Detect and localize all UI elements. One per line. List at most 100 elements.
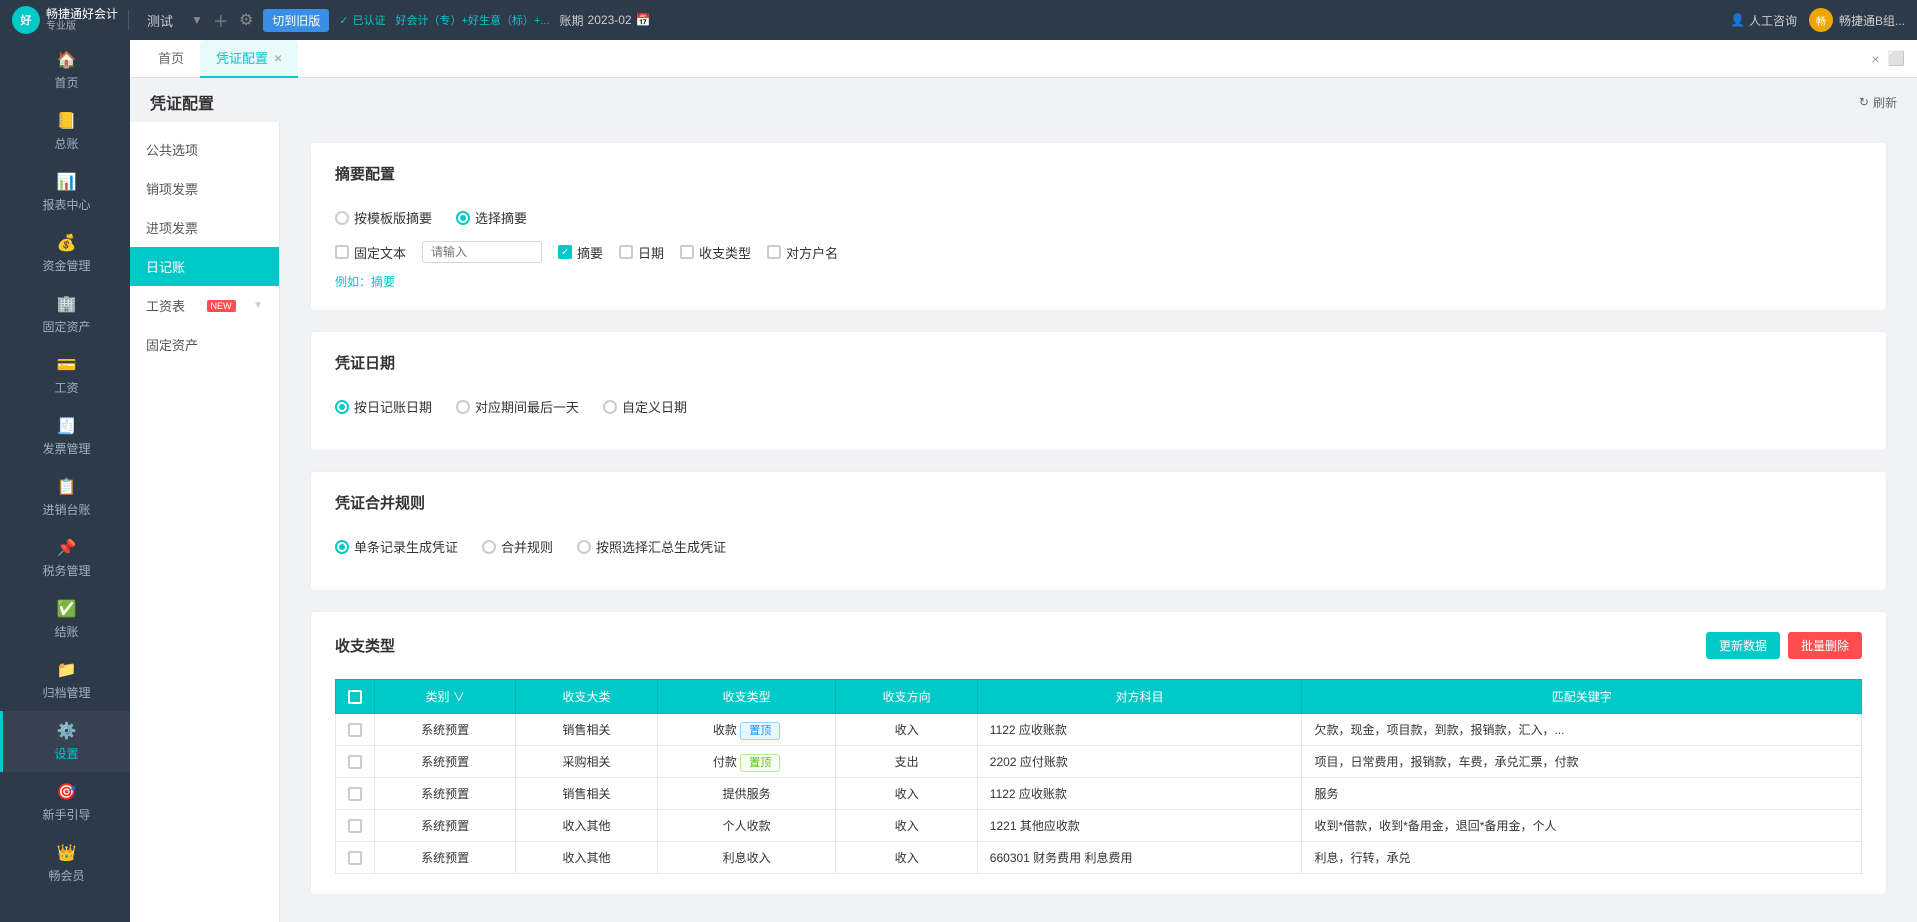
header-checkbox-box: [348, 690, 362, 704]
maximize-window-button[interactable]: ⬜: [1888, 50, 1905, 67]
left-nav: 公共选项 销项发票 进项发票 日记账 工资表 NEW ▼: [130, 122, 280, 922]
two-col-layout: 公共选项 销项发票 进项发票 日记账 工资表 NEW ▼: [130, 122, 1917, 922]
col-direction: 收支方向: [836, 680, 977, 714]
tax-icon: 📌: [57, 538, 77, 558]
cell-keywords: 收到*借款，收到*备用金，退回*备用金，个人: [1302, 810, 1862, 842]
summary-radio-select[interactable]: 选择摘要: [456, 208, 527, 227]
merge-radio-select-total[interactable]: 按照选择汇总生成凭证: [577, 537, 726, 556]
left-nav-purchase[interactable]: 进项发票: [130, 208, 279, 247]
main-layout: 🏠 首页 📒 总账 📊 报表中心 💰 资金管理 🏢 固定资产 💳 工资 🧾 发票…: [0, 40, 1917, 922]
sidebar-item-settings[interactable]: ⚙️ 设置: [0, 711, 130, 772]
checkbox-box-type: [680, 245, 694, 259]
left-nav-public[interactable]: 公共选项: [130, 130, 279, 169]
page-content: 凭证配置 ↻ 刷新 公共选项 销项发票 进项发票: [130, 78, 1917, 922]
logo-text: 畅捷通好会计 专业版: [46, 7, 118, 33]
date-section: 凭证日期 按日记账日期 对应期间最后一天: [310, 331, 1887, 451]
sidebar-item-archive[interactable]: 📁 归档管理: [0, 650, 130, 711]
summary-section: 摘要配置 按模板版摘要 选择摘要: [310, 142, 1887, 311]
funds-icon: 💰: [57, 233, 77, 253]
row-checkbox-box-2: [348, 787, 362, 801]
row-checkbox-box-0: [348, 723, 362, 737]
left-nav-fixed-assets[interactable]: 固定资产: [130, 325, 279, 364]
summary-radio-template[interactable]: 按模板版摘要: [335, 208, 432, 227]
checkbox-date[interactable]: 日期: [619, 243, 664, 262]
switch-version-button[interactable]: 切到旧版: [263, 9, 329, 32]
sidebar-item-purchase-sales[interactable]: 📋 进销台账: [0, 467, 130, 528]
period-label: 账期 2023-02 📅: [560, 12, 651, 29]
type-tag[interactable]: 置顶: [740, 722, 780, 740]
sidebar-item-guide[interactable]: 🎯 新手引导: [0, 772, 130, 833]
tab-home[interactable]: 首页: [142, 40, 200, 78]
sidebar-item-funds[interactable]: 💰 资金管理: [0, 223, 130, 284]
sidebar-item-home[interactable]: 🏠 首页: [0, 40, 130, 101]
table-row: 系统预置 收入其他 个人收款 收入 1221 其他应收款 收到*借款，收到*备用…: [336, 810, 1862, 842]
batch-delete-button[interactable]: 批量删除: [1788, 632, 1862, 659]
cell-type: 收款 置顶: [657, 714, 836, 746]
cell-type: 付款 置顶: [657, 746, 836, 778]
merge-radio-single[interactable]: 单条记录生成凭证: [335, 537, 458, 556]
checkbox-box-date: [619, 245, 633, 259]
sidebar-item-reports[interactable]: 📊 报表中心: [0, 162, 130, 223]
user-avatar: 畅: [1809, 8, 1833, 32]
row-checkbox-box-4: [348, 851, 362, 865]
merge-radio-merge[interactable]: 合并规则: [482, 537, 553, 556]
sidebar-item-payroll[interactable]: 💳 工资: [0, 345, 130, 406]
cell-category: 系统预置: [375, 746, 516, 778]
product-tags: 好会计（专）+好生意（标）+...: [396, 12, 550, 28]
cell-direction: 收入: [836, 778, 977, 810]
page-title: 凭证配置: [150, 90, 214, 114]
row-checkbox-4[interactable]: [348, 851, 362, 865]
topbar-dropdown-icon[interactable]: ▼: [191, 13, 203, 27]
left-nav-journal[interactable]: 日记账: [130, 247, 279, 286]
update-data-button[interactable]: 更新数据: [1706, 632, 1780, 659]
refresh-button[interactable]: ↻ 刷新: [1859, 94, 1897, 111]
tab-voucher-config[interactable]: 凭证配置 ×: [200, 40, 298, 78]
tab-bar: 首页 凭证配置 × × ⬜: [130, 40, 1917, 78]
cell-direction: 收入: [836, 842, 977, 874]
left-nav-sales[interactable]: 销项发票: [130, 169, 279, 208]
tab-bar-right: × ⬜: [1871, 50, 1905, 67]
row-checkbox-1[interactable]: [348, 755, 362, 769]
cell-type: 个人收款: [657, 810, 836, 842]
settings-icon: ⚙️: [57, 721, 77, 741]
sidebar-item-invoice[interactable]: 🧾 发票管理: [0, 406, 130, 467]
table-row: 系统预置 销售相关 收款 置顶 收入 1122 应收账款 欠款，现金，项目款，到…: [336, 714, 1862, 746]
type-tag[interactable]: 置顶: [740, 754, 780, 772]
topbar-current-module[interactable]: 测试: [139, 11, 181, 30]
cell-direction: 支出: [836, 746, 977, 778]
sidebar-item-member[interactable]: 👑 畅会员: [0, 833, 130, 894]
chevron-right-icon: ▼: [253, 300, 263, 311]
table-header-checkbox[interactable]: [348, 690, 362, 704]
radio-circle-single: [335, 540, 349, 554]
checkbox-type[interactable]: 收支类型: [680, 243, 751, 262]
page-header: 凭证配置 ↻ 刷新: [130, 78, 1917, 122]
service-button[interactable]: 👤 人工咨询: [1730, 12, 1797, 29]
user-menu[interactable]: 畅 畅捷通B组...: [1809, 8, 1905, 32]
sidebar-item-ledger[interactable]: 📒 总账: [0, 101, 130, 162]
sidebar-item-settlement[interactable]: ✅ 结账: [0, 589, 130, 650]
radio-circle-period-last: [456, 400, 470, 414]
radio-circle-select-total: [577, 540, 591, 554]
cell-type: 利息收入: [657, 842, 836, 874]
row-checkbox-0[interactable]: [348, 723, 362, 737]
date-radio-period-last[interactable]: 对应期间最后一天: [456, 397, 579, 416]
left-nav-payroll[interactable]: 工资表 NEW ▼: [130, 286, 279, 325]
checkbox-summary[interactable]: ✓ 摘要: [558, 243, 603, 262]
row-checkbox-2[interactable]: [348, 787, 362, 801]
date-radio-journal[interactable]: 按日记账日期: [335, 397, 432, 416]
checkbox-fixed-text[interactable]: 固定文本: [335, 243, 406, 262]
cell-subject: 1221 其他应收款: [977, 810, 1302, 842]
checkbox-counterpart[interactable]: 对方户名: [767, 243, 838, 262]
date-radio-custom[interactable]: 自定义日期: [603, 397, 687, 416]
sidebar-item-fixed-assets[interactable]: 🏢 固定资产: [0, 284, 130, 345]
sidebar-item-tax[interactable]: 📌 税务管理: [0, 528, 130, 589]
topbar-add-icon[interactable]: ＋: [213, 8, 229, 32]
income-section: 收支类型 更新数据 批量删除: [310, 611, 1887, 895]
fixed-text-input[interactable]: [422, 241, 542, 263]
close-window-button[interactable]: ×: [1871, 51, 1879, 67]
row-checkbox-box-3: [348, 819, 362, 833]
row-checkbox-3[interactable]: [348, 819, 362, 833]
topbar-settings-icon[interactable]: ⚙: [239, 10, 253, 30]
tab-close-icon[interactable]: ×: [274, 50, 282, 66]
table-row: 系统预置 收入其他 利息收入 收入 660301 财务费用 利息费用 利息，行转…: [336, 842, 1862, 874]
